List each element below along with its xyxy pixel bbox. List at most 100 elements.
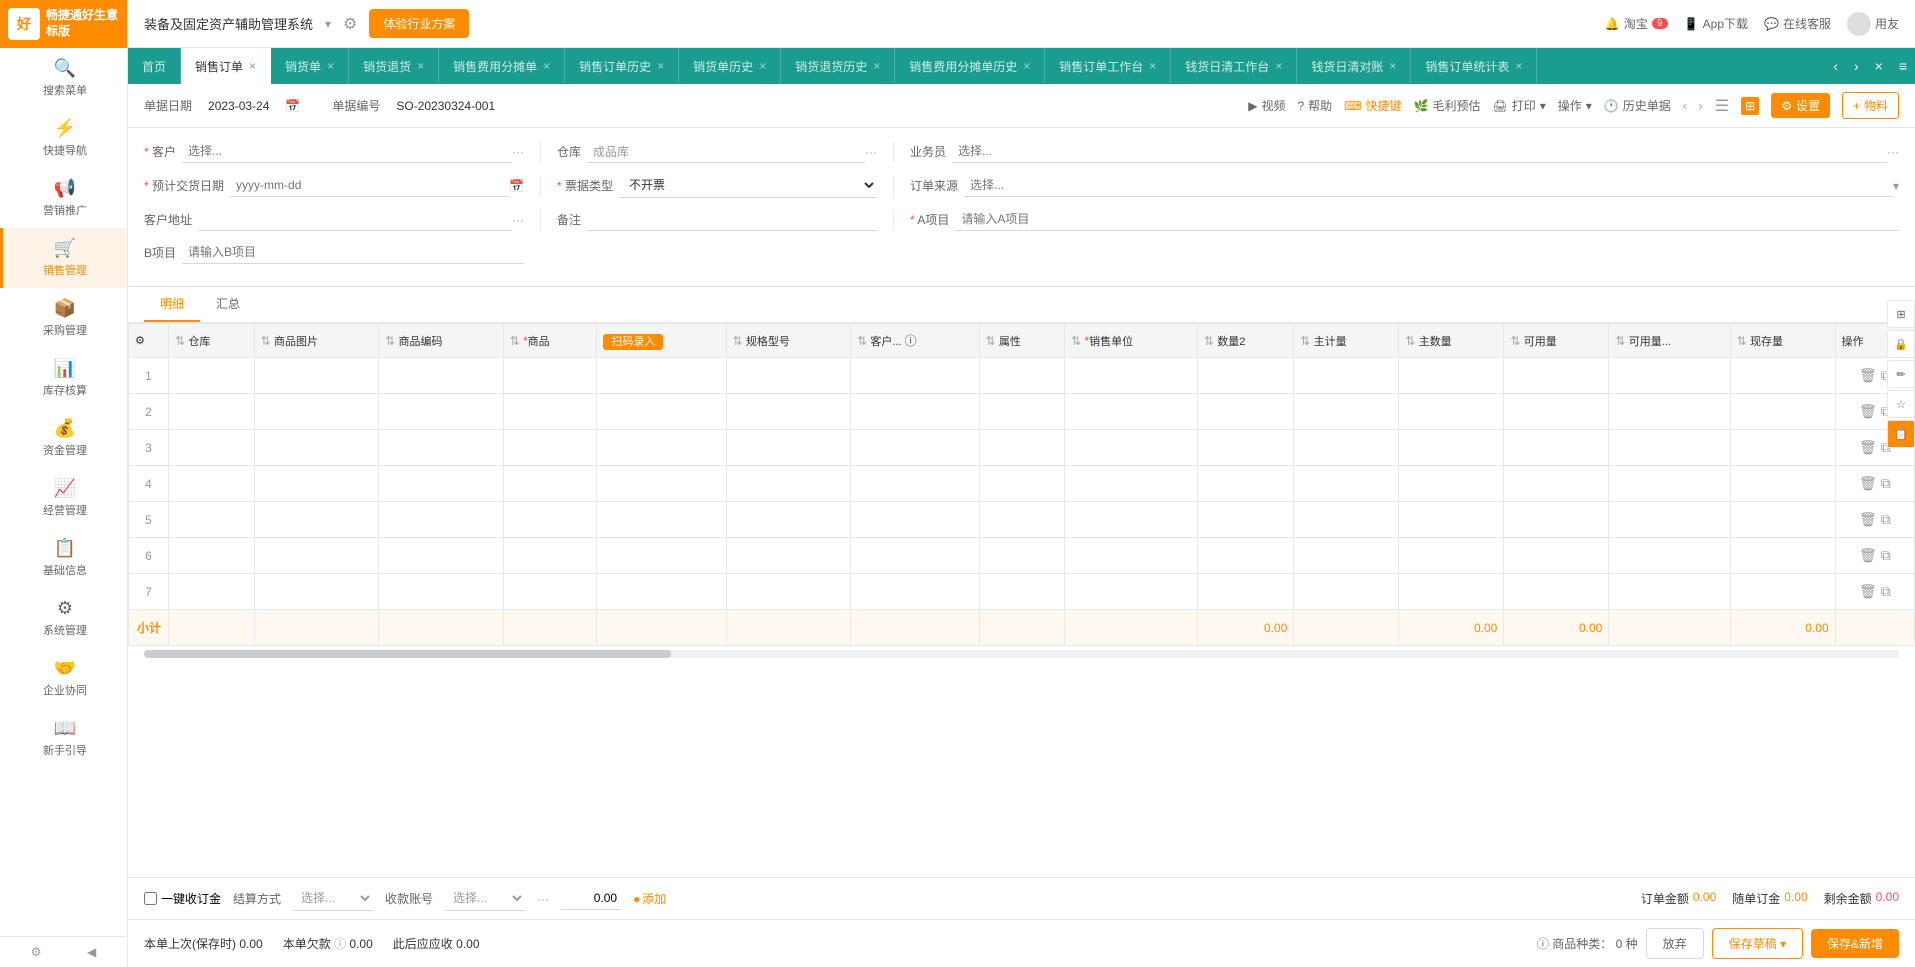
cell-code[interactable] — [379, 502, 504, 538]
cell-spec[interactable] — [726, 430, 851, 466]
cell-unit[interactable] — [1065, 574, 1198, 610]
settings-panel-btn[interactable]: ⚙ 设置 — [1771, 93, 1830, 118]
add-material-btn[interactable]: + 物料 — [1842, 92, 1899, 119]
col-settings[interactable]: ⚙ — [129, 324, 169, 358]
float-btn-4[interactable]: ☆ — [1887, 390, 1915, 418]
delete-icon[interactable]: 🗑 — [1859, 475, 1877, 492]
salesman-input[interactable] — [952, 140, 1887, 163]
amount-input[interactable] — [561, 887, 621, 910]
cell-main-unit[interactable] — [1294, 466, 1399, 502]
float-btn-3[interactable]: ✏ — [1887, 360, 1915, 388]
print-dropdown-icon[interactable]: ▾ — [1540, 99, 1546, 113]
cell-qty2[interactable] — [1197, 430, 1293, 466]
tab-sales-return[interactable]: 销货退货 × — [349, 48, 439, 84]
cell-main-qty[interactable] — [1399, 538, 1504, 574]
cell-warehouse[interactable] — [169, 502, 255, 538]
sort-icon[interactable]: ⇅ — [261, 334, 274, 348]
tab-close-icon[interactable]: × — [873, 59, 880, 73]
tab-close-icon[interactable]: × — [543, 59, 550, 73]
tab-sales-order-history[interactable]: 销售订单历史 × — [565, 48, 679, 84]
cell-code[interactable] — [379, 430, 504, 466]
settings-icon[interactable]: ⚙ — [343, 14, 357, 34]
pagination-prev[interactable]: ‹ — [1683, 99, 1687, 113]
cell-code[interactable] — [379, 574, 504, 610]
sort-icon[interactable]: ⇅ — [1071, 334, 1084, 348]
account-select[interactable]: 选择... — [445, 886, 525, 911]
cell-unit[interactable] — [1065, 394, 1198, 430]
cell-attr[interactable] — [979, 502, 1065, 538]
sidebar-collapse-icon[interactable]: ◀ — [87, 945, 96, 959]
tab-close-icon[interactable]: × — [1023, 59, 1030, 73]
float-btn-5[interactable]: 📋 — [1887, 420, 1915, 448]
customer-input[interactable] — [182, 140, 512, 163]
help-btn[interactable]: ? 帮助 — [1297, 97, 1332, 114]
cell-unit[interactable] — [1065, 502, 1198, 538]
account-expand-icon[interactable]: ··· — [537, 892, 549, 906]
address-expand-icon[interactable]: ··· — [512, 213, 524, 227]
tab-close-icon[interactable]: × — [657, 59, 664, 73]
cell-main-qty[interactable] — [1399, 358, 1504, 394]
delivery-calendar-icon[interactable]: 📅 — [509, 179, 524, 193]
customer-expand-icon[interactable]: ··· — [512, 145, 524, 159]
cell-goods[interactable] — [503, 538, 597, 574]
copy-icon[interactable]: ⧉ — [1881, 547, 1891, 564]
sidebar-item-inventory[interactable]: 📊 库存核算 — [0, 348, 127, 408]
sidebar-item-marketing[interactable]: 📢 营销推广 — [0, 168, 127, 228]
delete-icon[interactable]: 🗑 — [1859, 583, 1877, 600]
sidebar-item-sales[interactable]: 🛒 销售管理 — [0, 228, 127, 288]
cell-unit[interactable] — [1065, 430, 1198, 466]
warehouse-input[interactable] — [587, 140, 865, 163]
invoice-type-select[interactable]: 不开票 增值税普通发票 增值税专用发票 — [619, 173, 877, 198]
cell-attr[interactable] — [979, 538, 1065, 574]
tab-order-stats[interactable]: 销售订单统计表 × — [1411, 48, 1537, 84]
pagination-next[interactable]: › — [1699, 99, 1703, 113]
user-btn[interactable]: 用友 — [1847, 12, 1899, 36]
tab-home[interactable]: 首页 — [128, 48, 181, 84]
cell-warehouse[interactable] — [169, 574, 255, 610]
view-toggle-list[interactable]: ☰ — [1715, 96, 1729, 116]
goods-count-icon[interactable]: ⓘ — [1537, 937, 1552, 951]
tab-menu-btn[interactable]: ≡ — [1891, 48, 1915, 84]
sidebar-item-finance[interactable]: 💰 资金管理 — [0, 408, 127, 468]
sort-icon[interactable]: ⇅ — [986, 334, 999, 348]
cell-attr[interactable] — [979, 358, 1065, 394]
delete-icon[interactable]: 🗑 — [1859, 439, 1877, 456]
copy-icon[interactable]: ⧉ — [1881, 475, 1891, 492]
info-icon[interactable]: ⓘ — [905, 334, 917, 348]
cell-unit[interactable] — [1065, 358, 1198, 394]
cell-qty2[interactable] — [1197, 358, 1293, 394]
sort-icon[interactable]: ⇅ — [1510, 334, 1523, 348]
print-btn[interactable]: 🖨 打印 ▾ — [1492, 97, 1545, 114]
save-draft-btn[interactable]: 保存草稿 ▾ — [1712, 928, 1803, 959]
cell-code[interactable] — [379, 358, 504, 394]
cell-customer-code[interactable] — [851, 394, 979, 430]
cell-customer-code[interactable] — [851, 502, 979, 538]
tab-close-icon[interactable]: × — [417, 59, 424, 73]
cell-main-unit[interactable] — [1294, 358, 1399, 394]
cell-qty2[interactable] — [1197, 574, 1293, 610]
cell-attr[interactable] — [979, 574, 1065, 610]
cell-goods[interactable] — [503, 394, 597, 430]
cell-customer-code[interactable] — [851, 538, 979, 574]
online-service-btn[interactable]: 💬 在线客服 — [1764, 15, 1831, 32]
cell-main-unit[interactable] — [1294, 394, 1399, 430]
cell-attr[interactable] — [979, 394, 1065, 430]
sidebar-item-basic-info[interactable]: 📋 基础信息 — [0, 528, 127, 588]
cell-main-unit[interactable] — [1294, 430, 1399, 466]
app-download-btn[interactable]: 📱 App下载 — [1684, 15, 1748, 32]
tab-sales-goods-history[interactable]: 销货单历史 × — [679, 48, 781, 84]
warehouse-expand-icon[interactable]: ··· — [865, 145, 877, 159]
cell-unit[interactable] — [1065, 466, 1198, 502]
cell-unit[interactable] — [1065, 538, 1198, 574]
sidebar-item-search[interactable]: 🔍 搜索菜单 — [0, 48, 127, 108]
salesman-expand-icon[interactable]: ··· — [1887, 145, 1899, 159]
tab-sales-expense[interactable]: 销售费用分摊单 × — [439, 48, 565, 84]
delete-icon[interactable]: 🗑 — [1859, 547, 1877, 564]
copy-icon[interactable]: ⧉ — [1881, 511, 1891, 528]
cell-code[interactable] — [379, 394, 504, 430]
delete-icon[interactable]: 🗑 — [1859, 367, 1877, 384]
sort-icon[interactable]: ⇅ — [1615, 334, 1628, 348]
view-video-btn[interactable]: ▶ 视频 — [1248, 97, 1285, 114]
info-icon[interactable]: ⓘ — [334, 937, 346, 951]
cell-customer-code[interactable] — [851, 466, 979, 502]
